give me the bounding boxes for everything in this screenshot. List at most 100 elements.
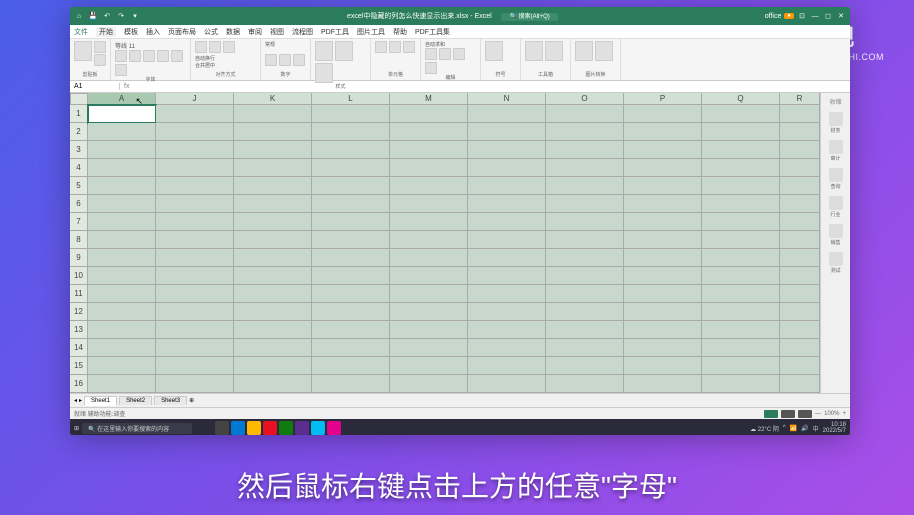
start-button[interactable]: ⊞ (74, 425, 79, 432)
cell[interactable] (780, 375, 820, 393)
cell[interactable] (780, 177, 820, 195)
cell[interactable] (312, 105, 390, 123)
cell[interactable] (156, 321, 234, 339)
cell[interactable] (390, 303, 468, 321)
cell[interactable] (546, 375, 624, 393)
cell[interactable] (546, 357, 624, 375)
tab-sheet3[interactable]: Sheet3 (154, 396, 187, 405)
cell[interactable] (702, 357, 780, 375)
autosum-button[interactable]: 自动求和 (425, 41, 476, 48)
cell[interactable] (702, 249, 780, 267)
view-layout-button[interactable] (781, 410, 795, 418)
align-center-button[interactable] (209, 41, 221, 53)
volume-icon[interactable]: 🔊 (801, 425, 808, 432)
row-header-9[interactable]: 9 (70, 249, 88, 267)
color-button[interactable] (115, 64, 127, 76)
menu-home[interactable]: 开始 (96, 27, 116, 37)
user-badge[interactable]: ● (784, 13, 794, 19)
cell[interactable] (390, 159, 468, 177)
cell[interactable] (234, 357, 312, 375)
cell[interactable] (234, 177, 312, 195)
cell[interactable] (234, 159, 312, 177)
select-all-corner[interactable] (70, 93, 88, 105)
merge-button[interactable]: 合并居中 (195, 63, 215, 69)
column-header-j[interactable]: J (156, 93, 234, 105)
column-header-r[interactable]: R (780, 93, 820, 105)
sidepanel-finance[interactable]: 财务 (823, 112, 848, 134)
add-sheet-button[interactable]: ⊕ (189, 397, 194, 404)
menu-insert[interactable]: 插入 (146, 27, 160, 37)
sidepanel-audit[interactable]: 审计 (823, 140, 848, 162)
cell[interactable] (390, 375, 468, 393)
menu-template[interactable]: 模板 (124, 27, 138, 37)
cell[interactable] (468, 285, 546, 303)
cell-style-button[interactable] (315, 63, 333, 83)
cell[interactable] (624, 285, 702, 303)
cell[interactable] (780, 141, 820, 159)
cell[interactable] (702, 141, 780, 159)
minimize-icon[interactable]: — (810, 11, 820, 21)
align-left-button[interactable] (195, 41, 207, 53)
sidepanel-sales[interactable]: 销售 (823, 224, 848, 246)
view-normal-button[interactable] (764, 410, 778, 418)
cell[interactable] (624, 195, 702, 213)
app-icon-3[interactable] (311, 421, 325, 435)
column-header-p[interactable]: P (624, 93, 702, 105)
italic-button[interactable] (129, 50, 141, 62)
menu-file[interactable]: 文件 (74, 27, 88, 37)
menu-pdf[interactable]: PDF工具 (321, 27, 349, 37)
ime-icon[interactable]: 中 (813, 424, 819, 433)
cell[interactable] (156, 249, 234, 267)
maximize-icon[interactable]: ◻ (823, 11, 833, 21)
border-button[interactable] (157, 50, 169, 62)
cell[interactable] (702, 303, 780, 321)
cell[interactable] (390, 195, 468, 213)
cell[interactable] (468, 141, 546, 159)
cell[interactable] (156, 339, 234, 357)
name-box[interactable]: A1 (70, 83, 120, 90)
undo-icon[interactable]: ↶ (102, 11, 112, 21)
cell[interactable] (468, 123, 546, 141)
view-break-button[interactable] (798, 410, 812, 418)
symbol-button[interactable] (485, 41, 503, 61)
cell-grid[interactable] (88, 105, 820, 393)
cell[interactable] (780, 195, 820, 213)
cell[interactable] (624, 303, 702, 321)
cell[interactable] (88, 123, 156, 141)
cell[interactable] (546, 321, 624, 339)
delete-cell-button[interactable] (389, 41, 401, 53)
row-header-16[interactable]: 16 (70, 375, 88, 393)
underline-button[interactable] (143, 50, 155, 62)
paste-button[interactable] (74, 41, 92, 61)
cell[interactable] (546, 339, 624, 357)
redo-icon[interactable]: ↷ (116, 11, 126, 21)
cell[interactable] (88, 141, 156, 159)
bold-button[interactable] (115, 50, 127, 62)
menu-formula[interactable]: 公式 (204, 27, 218, 37)
cell[interactable] (390, 285, 468, 303)
menu-help[interactable]: 帮助 (393, 27, 407, 37)
addin-button[interactable] (545, 41, 563, 61)
cell[interactable] (88, 249, 156, 267)
cell[interactable] (390, 141, 468, 159)
cell[interactable] (546, 195, 624, 213)
cell[interactable] (468, 177, 546, 195)
menu-process[interactable]: 流程图 (292, 27, 313, 37)
fill-down-button[interactable] (425, 48, 437, 60)
cell[interactable] (390, 267, 468, 285)
sidepanel-test[interactable]: 测试 (823, 252, 848, 274)
row-header-13[interactable]: 13 (70, 321, 88, 339)
cell[interactable] (702, 123, 780, 141)
cell[interactable] (702, 231, 780, 249)
weather-widget[interactable]: ☁ 22°C 阴 (750, 424, 779, 433)
column-header-q[interactable]: Q (702, 93, 780, 105)
column-header-k[interactable]: K (234, 93, 312, 105)
cell[interactable] (624, 267, 702, 285)
tab-sheet2[interactable]: Sheet2 (119, 396, 152, 405)
cell[interactable] (546, 177, 624, 195)
clear-button[interactable] (439, 48, 451, 60)
cell[interactable] (156, 195, 234, 213)
app-icon-4[interactable] (327, 421, 341, 435)
column-header-o[interactable]: O (546, 93, 624, 105)
zoom-level[interactable]: 100% (824, 411, 839, 417)
